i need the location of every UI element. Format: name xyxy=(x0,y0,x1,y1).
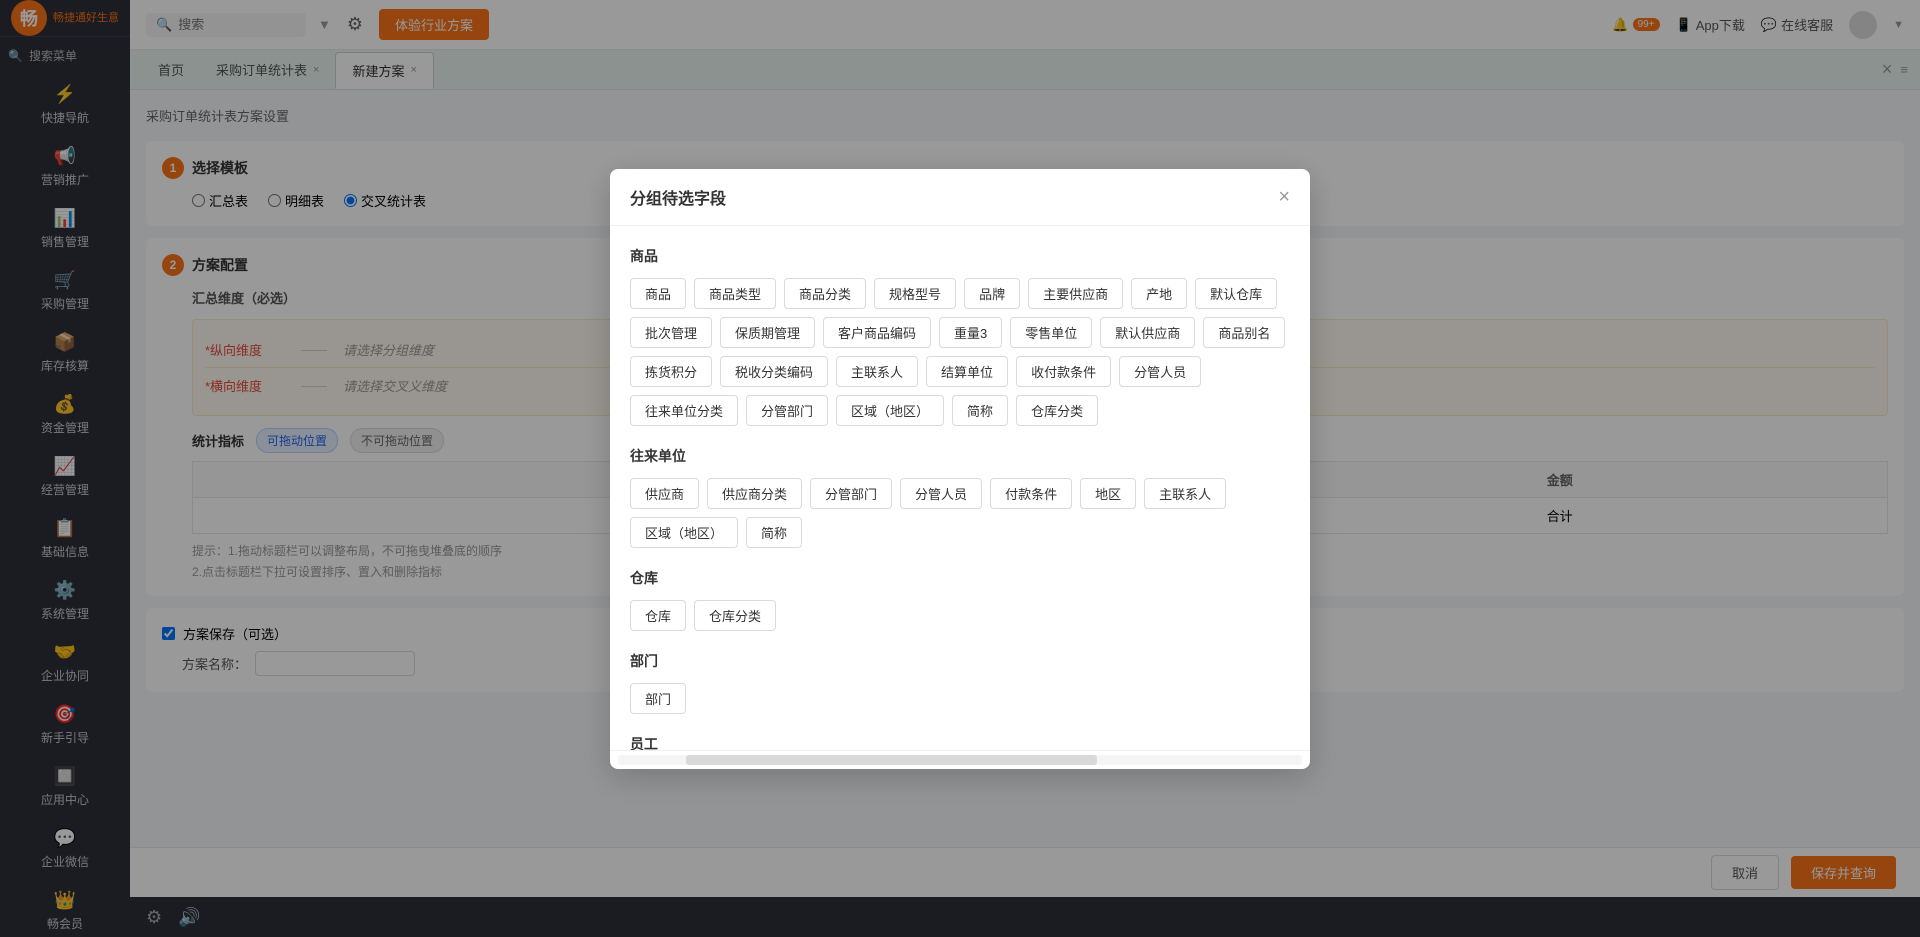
modal-hscroll-area xyxy=(610,750,1310,769)
field-warehouse-cat[interactable]: 仓库分类 xyxy=(1016,395,1098,426)
field-manager[interactable]: 分管人员 xyxy=(1119,356,1201,387)
field-settlement-unit[interactable]: 结算单位 xyxy=(926,356,1008,387)
field-retail-unit[interactable]: 零售单位 xyxy=(1010,317,1092,348)
field-tax-code[interactable]: 税收分类编码 xyxy=(720,356,828,387)
field-weight3[interactable]: 重量3 xyxy=(939,317,1002,348)
field-shelf-life[interactable]: 保质期管理 xyxy=(720,317,815,348)
field-partner-category[interactable]: 往来单位分类 xyxy=(630,395,738,426)
field-product[interactable]: 商品 xyxy=(630,278,686,309)
field-manager2[interactable]: 分管人员 xyxy=(900,478,982,509)
section-partner: 往来单位 供应商 供应商分类 分管部门 分管人员 付款条件 地区 主联系人 区域… xyxy=(630,446,1290,548)
section-department-fields: 部门 xyxy=(630,683,1290,714)
section-staff-title: 员工 xyxy=(630,734,1290,750)
field-batch-mgmt[interactable]: 批次管理 xyxy=(630,317,712,348)
field-product-type[interactable]: 商品类型 xyxy=(694,278,776,309)
field-payment-terms2[interactable]: 付款条件 xyxy=(990,478,1072,509)
field-payment-terms[interactable]: 收付款条件 xyxy=(1016,356,1111,387)
field-area[interactable]: 地区 xyxy=(1080,478,1136,509)
section-partner-title: 往来单位 xyxy=(630,446,1290,466)
section-warehouse: 仓库 仓库 仓库分类 xyxy=(630,568,1290,631)
modal-overlay[interactable]: 分组待选字段 × 商品 商品 商品类型 商品分类 规格型号 品牌 主要供应商 产… xyxy=(0,0,1920,937)
field-brand[interactable]: 品牌 xyxy=(964,278,1020,309)
modal-hscroll-track xyxy=(618,755,1302,765)
field-warehouse[interactable]: 仓库 xyxy=(630,600,686,631)
field-abbr[interactable]: 简称 xyxy=(952,395,1008,426)
section-department-title: 部门 xyxy=(630,651,1290,671)
modal-body: 商品 商品 商品类型 商品分类 规格型号 品牌 主要供应商 产地 默认仓库 批次… xyxy=(610,226,1310,750)
modal-close-button[interactable]: × xyxy=(1278,187,1290,207)
field-region2[interactable]: 区域（地区） xyxy=(630,517,738,548)
section-warehouse-fields: 仓库 仓库分类 xyxy=(630,600,1290,631)
field-pick-score[interactable]: 拣货积分 xyxy=(630,356,712,387)
modal-header: 分组待选字段 × xyxy=(610,169,1310,226)
field-default-supplier[interactable]: 默认供应商 xyxy=(1100,317,1195,348)
modal-dialog: 分组待选字段 × 商品 商品 商品类型 商品分类 规格型号 品牌 主要供应商 产… xyxy=(610,169,1310,769)
section-product-title: 商品 xyxy=(630,246,1290,266)
field-abbr2[interactable]: 简称 xyxy=(746,517,802,548)
section-product-fields: 商品 商品类型 商品分类 规格型号 品牌 主要供应商 产地 默认仓库 批次管理 … xyxy=(630,278,1290,426)
field-default-warehouse[interactable]: 默认仓库 xyxy=(1195,278,1277,309)
field-region[interactable]: 区域（地区） xyxy=(836,395,944,426)
section-product: 商品 商品 商品类型 商品分类 规格型号 品牌 主要供应商 产地 默认仓库 批次… xyxy=(630,246,1290,426)
field-main-contact[interactable]: 主联系人 xyxy=(836,356,918,387)
section-department: 部门 部门 xyxy=(630,651,1290,714)
field-supplier[interactable]: 供应商 xyxy=(630,478,699,509)
section-partner-fields: 供应商 供应商分类 分管部门 分管人员 付款条件 地区 主联系人 区域（地区） … xyxy=(630,478,1290,548)
field-warehouse-category[interactable]: 仓库分类 xyxy=(694,600,776,631)
field-origin[interactable]: 产地 xyxy=(1131,278,1187,309)
field-department[interactable]: 部门 xyxy=(630,683,686,714)
field-customer-code[interactable]: 客户商品编码 xyxy=(823,317,931,348)
field-product-category[interactable]: 商品分类 xyxy=(784,278,866,309)
section-staff: 员工 业务员 xyxy=(630,734,1290,750)
field-dept2[interactable]: 分管部门 xyxy=(810,478,892,509)
field-main-contact2[interactable]: 主联系人 xyxy=(1144,478,1226,509)
field-product-alias[interactable]: 商品别名 xyxy=(1203,317,1285,348)
section-warehouse-title: 仓库 xyxy=(630,568,1290,588)
modal-hscroll-thumb[interactable] xyxy=(686,755,1096,765)
field-spec-model[interactable]: 规格型号 xyxy=(874,278,956,309)
field-main-supplier[interactable]: 主要供应商 xyxy=(1028,278,1123,309)
field-supplier-category[interactable]: 供应商分类 xyxy=(707,478,802,509)
modal-title: 分组待选字段 xyxy=(630,185,726,209)
field-dept[interactable]: 分管部门 xyxy=(746,395,828,426)
